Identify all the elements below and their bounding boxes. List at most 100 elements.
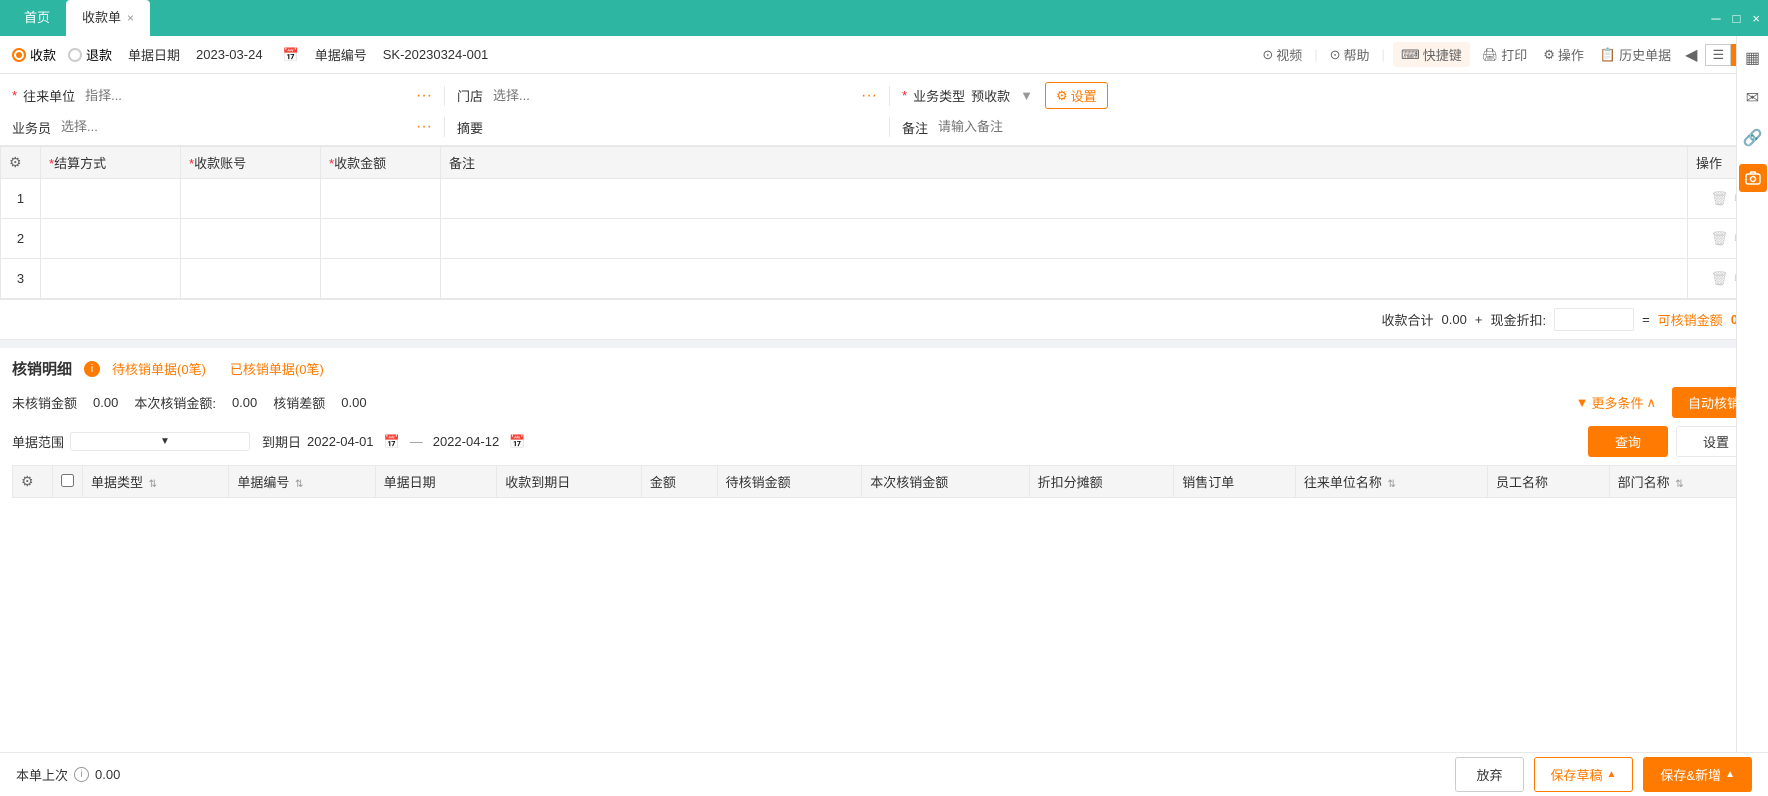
row-amount-3[interactable]: [321, 259, 441, 299]
toolbar: 收款 退款 单据日期 2023-03-24 📅 单据编号 SK-20230324…: [0, 36, 1768, 74]
refund-radio[interactable]: 退款: [68, 45, 112, 64]
help-btn[interactable]: ⊙ 帮助: [1326, 43, 1374, 66]
history-btn[interactable]: 📋 历史单据: [1596, 43, 1675, 66]
row-amount-2[interactable]: [321, 219, 441, 259]
verify-section: 核销明细 i 待核销单据(0笔) 已核销单据(0笔) 未核销金额 0.00 本次…: [0, 340, 1768, 752]
staff-more-icon[interactable]: ···: [416, 118, 432, 136]
prev-icon[interactable]: ◀: [1683, 43, 1699, 67]
verify-table-area: ⚙ 单据类型 ⇅ 单据编号 ⇅: [12, 465, 1756, 742]
staff-input[interactable]: [57, 117, 406, 137]
shortcut-btn[interactable]: ⌨ 快捷键: [1393, 42, 1470, 67]
maximize-icon[interactable]: □: [1733, 11, 1741, 26]
calendar-icon[interactable]: 📅: [283, 47, 299, 63]
sidebar-table-icon[interactable]: ▦: [1739, 44, 1767, 72]
row-account-3[interactable]: [181, 259, 321, 299]
verify-info-icon[interactable]: i: [84, 361, 100, 377]
refund-radio-dot: [68, 48, 82, 62]
dept-sort[interactable]: ⇅: [1675, 479, 1683, 490]
sidebar-clip-icon[interactable]: 🔗: [1739, 124, 1767, 152]
select-all-checkbox[interactable]: [61, 474, 74, 487]
print-btn[interactable]: 🖨 打印: [1478, 43, 1532, 66]
more-conditions-btn[interactable]: ▼ 更多条件 ∧: [1576, 393, 1656, 412]
due-date-from: 2022-04-01: [307, 434, 374, 449]
counterparty-sort[interactable]: ⇅: [1387, 479, 1395, 490]
business-type-arrow[interactable]: ▼: [1020, 88, 1033, 103]
video-btn[interactable]: ⊙ 视频: [1258, 43, 1306, 66]
receipt-radio[interactable]: 收款: [12, 45, 56, 64]
bill-type-sort[interactable]: ⇅: [149, 479, 157, 490]
discount-input[interactable]: [1554, 308, 1634, 331]
row-delete-icon-3[interactable]: 🗑: [1711, 270, 1729, 287]
verify-filters: 单据范围 ▼ 到期日 2022-04-01 📅 — 2022-04-12 📅 查…: [12, 426, 1756, 457]
row-settle-1[interactable]: [41, 179, 181, 219]
row-remark-1[interactable]: [441, 179, 1688, 219]
row-settle-2[interactable]: [41, 219, 181, 259]
summary-field: 摘要: [457, 117, 877, 137]
sidebar-camera-icon[interactable]: [1739, 164, 1767, 192]
query-btn[interactable]: 查询: [1588, 426, 1668, 457]
bill-range-label: 单据范围: [12, 432, 64, 451]
save-draft-label: 保存草稿: [1551, 765, 1603, 784]
row-amount-1[interactable]: [321, 179, 441, 219]
done-tab[interactable]: 已核销单据(0笔): [230, 359, 324, 378]
row-remark-2[interactable]: [441, 219, 1688, 259]
close-icon[interactable]: ×: [1752, 11, 1760, 26]
receipt-refund-toggle: 收款 退款: [12, 45, 112, 64]
counterparty-more-icon[interactable]: ···: [416, 87, 432, 105]
save-draft-btn[interactable]: 保存草稿 ▲: [1534, 757, 1634, 792]
form-row-2: 业务员 ··· 摘要 备注: [12, 117, 1756, 137]
counterparty-field: * 往来单位 ···: [12, 86, 432, 106]
tab-close-icon[interactable]: ×: [127, 0, 134, 36]
pending-tab[interactable]: 待核销单据(0笔): [112, 359, 206, 378]
store-input[interactable]: [489, 86, 851, 106]
table-settings-icon[interactable]: ⚙: [9, 154, 22, 170]
th-settle-label: *结算方式: [49, 156, 106, 171]
list-view-btn[interactable]: ☰: [1705, 44, 1731, 66]
row-account-2[interactable]: [181, 219, 321, 259]
footer-info-icon[interactable]: i: [74, 767, 89, 782]
row-settle-3[interactable]: [41, 259, 181, 299]
row-remark-3[interactable]: [441, 259, 1688, 299]
vth-checkbox: [53, 466, 83, 498]
this-cancel-label: 本次核销金额:: [134, 393, 216, 412]
row-account-1[interactable]: [181, 179, 321, 219]
more-conditions-label: 更多条件: [1591, 393, 1643, 412]
bill-range-select[interactable]: ▼: [70, 432, 250, 451]
video-label: 视频: [1276, 45, 1302, 64]
setting-gear-icon: ⚙: [1056, 88, 1068, 104]
operation-label: 操作: [1558, 45, 1584, 64]
sidebar-mail-icon[interactable]: ✉: [1739, 84, 1767, 112]
due-date-to: 2022-04-12: [433, 434, 500, 449]
verify-table-settings-icon[interactable]: ⚙: [21, 473, 34, 489]
filter-icon: ▼: [1576, 395, 1589, 410]
row-delete-icon-2[interactable]: 🗑: [1711, 230, 1729, 247]
summary-input[interactable]: [489, 117, 877, 137]
footer-left: 本单上次 i 0.00: [16, 765, 120, 784]
th-settings: ⚙: [1, 147, 41, 179]
minimize-icon[interactable]: ─: [1711, 11, 1720, 26]
due-date-to-calendar[interactable]: 📅: [509, 434, 525, 450]
bill-number-sort[interactable]: ⇅: [295, 479, 303, 490]
vth-dept: 部门名称 ⇅: [1609, 466, 1755, 498]
window-controls: ─ □ ×: [1711, 11, 1760, 26]
th-settle: *结算方式: [41, 147, 181, 179]
save-new-chevron: ▲: [1725, 769, 1735, 780]
counterparty-input[interactable]: [81, 86, 406, 106]
setting-button[interactable]: ⚙ 设置: [1045, 82, 1108, 109]
summary-row: 收款合计 0.00 + 现金折扣: = 可核销金额 0.00: [0, 299, 1768, 339]
verify-header: 核销明细 i 待核销单据(0笔) 已核销单据(0笔): [12, 358, 1756, 379]
save-new-btn[interactable]: 保存&新增 ▲: [1643, 757, 1752, 792]
tab-active[interactable]: 收款单 ×: [66, 0, 150, 36]
row-delete-icon-1[interactable]: 🗑: [1711, 190, 1729, 207]
tab-home[interactable]: 首页: [8, 0, 66, 36]
abandon-btn[interactable]: 放弃: [1455, 757, 1523, 792]
result-label: 可核销金额: [1658, 310, 1723, 329]
store-more-icon[interactable]: ···: [861, 87, 877, 105]
row-num-3: 3: [1, 259, 41, 299]
diff-label: 核销差额: [273, 393, 325, 412]
operation-btn[interactable]: ⚙ 操作: [1539, 43, 1588, 66]
notes-input[interactable]: [934, 117, 1756, 137]
due-date-from-calendar[interactable]: 📅: [384, 434, 400, 450]
form-row-1: * 往来单位 ··· 门店 ··· * 业务类型 预收款 ▼ ⚙: [12, 82, 1756, 109]
vth-bill-type: 单据类型 ⇅: [83, 466, 229, 498]
